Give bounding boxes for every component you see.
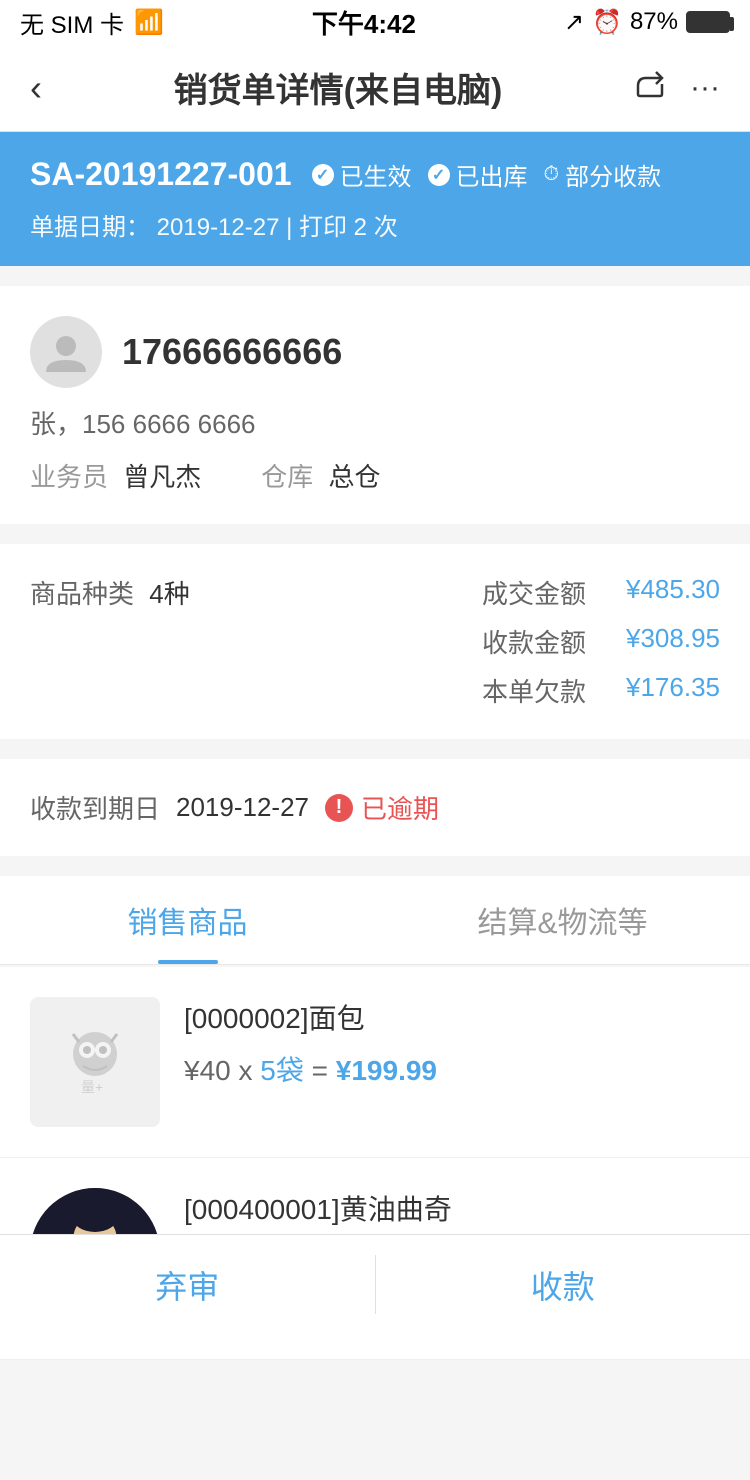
status-left: 无 SIM 卡 📶: [20, 5, 164, 40]
customer-name-phone: 张，156 6666 6666: [30, 404, 720, 441]
tab-underline: [158, 960, 218, 964]
debt-label: 本单欠款: [482, 672, 586, 709]
sales-name: 曾凡杰: [123, 462, 201, 492]
status-badge-effective: ✓ 已生效: [312, 157, 412, 192]
header-info-bar: SA-20191227-001 ✓ 已生效 ✓ 已出库 ⏱ 部分收款 单据日期：…: [0, 132, 750, 266]
svg-text:量+: 量+: [81, 1079, 103, 1095]
tabs-row: 销售商品 结算&物流等: [0, 876, 750, 964]
warehouse-info: 仓库 总仓: [261, 457, 380, 494]
product-price-1: ¥40 x 5袋 = ¥199.99: [184, 1049, 720, 1089]
carrier-text: 无 SIM 卡: [20, 5, 124, 40]
deal-label: 成交金额: [482, 574, 586, 611]
cancel-button[interactable]: 弃审: [0, 1235, 375, 1334]
bottom-bar: 弃审 收款: [0, 1234, 750, 1334]
customer-top: 17666666666: [30, 316, 720, 388]
status-badges: ✓ 已生效 ✓ 已出库 ⏱ 部分收款: [312, 157, 662, 192]
customer-section: 17666666666 张，156 6666 6666 业务员 曾凡杰 仓库 总…: [0, 286, 750, 524]
due-date-section: 收款到期日 2019-12-27 ! 已逾期: [0, 759, 750, 856]
category-count: 4种: [149, 579, 189, 609]
product-unit-price-1: ¥40: [184, 1055, 231, 1086]
print-info: | 打印 2 次: [286, 214, 398, 241]
share-button[interactable]: [634, 68, 666, 108]
warehouse-name: 总仓: [329, 462, 381, 492]
product-qty-1: 5袋: [260, 1055, 304, 1086]
tab-sales-label: 销售商品: [128, 898, 248, 942]
back-button[interactable]: ‹: [30, 67, 42, 109]
product-image-1: 量+: [30, 997, 160, 1127]
customer-meta: 业务员 曾凡杰 仓库 总仓: [30, 457, 720, 494]
receipt-amount-row: 收款金额 ¥308.95: [482, 623, 720, 660]
nav-actions: ···: [634, 68, 720, 108]
date-label: 单据日期：: [30, 214, 150, 241]
deal-amount-row: 成交金额 ¥485.30: [482, 574, 720, 611]
receipt-amount: ¥308.95: [626, 623, 720, 660]
overdue-icon: !: [325, 794, 353, 822]
tabs-section: 销售商品 结算&物流等: [0, 876, 750, 965]
header-row-1: SA-20191227-001 ✓ 已生效 ✓ 已出库 ⏱ 部分收款: [30, 156, 720, 193]
product-info-1: [0000002]面包 ¥40 x 5袋 = ¥199.99: [184, 997, 720, 1127]
page-title: 销货单详情(来自电脑): [174, 63, 503, 112]
tab-sales-products[interactable]: 销售商品: [0, 876, 375, 964]
status-right: ↗ ⏰ 87%: [564, 8, 730, 37]
nav-bar: ‹ 销货单详情(来自电脑) ···: [0, 44, 750, 132]
order-date: 2019-12-27: [157, 214, 280, 241]
customer-phone: 17666666666: [122, 331, 342, 373]
product-name-1: [0000002]面包: [184, 997, 720, 1037]
order-id: SA-20191227-001: [30, 156, 292, 193]
battery-icon: [686, 11, 730, 33]
avatar: [30, 316, 102, 388]
battery-text: 87%: [630, 8, 678, 36]
check-icon-1: ✓: [312, 164, 334, 186]
wifi-icon: 📶: [134, 8, 164, 37]
clock-icon: ⏱: [544, 163, 560, 186]
receipt-label: 收款金额: [482, 623, 586, 660]
location-icon: ↗: [564, 8, 584, 37]
salesperson-info: 业务员 曾凡杰: [30, 457, 201, 494]
status-time: 下午4:42: [312, 4, 416, 41]
more-button[interactable]: ···: [690, 71, 720, 105]
product-name-2: [000400001]黄油曲奇: [184, 1188, 720, 1228]
header-date-row: 单据日期： 2019-12-27 | 打印 2 次: [30, 207, 720, 242]
amount-summary: 成交金额 ¥485.30 收款金额 ¥308.95 本单欠款 ¥176.35: [482, 574, 720, 709]
summary-section: 商品种类 4种 成交金额 ¥485.30 收款金额 ¥308.95 本单欠款 ¥…: [0, 544, 750, 739]
tab-settlement-label: 结算&物流等: [477, 898, 647, 942]
check-icon-2: ✓: [428, 164, 450, 186]
sales-label: 业务员: [30, 462, 108, 492]
due-label: 收款到期日: [30, 789, 160, 826]
confirm-button[interactable]: 收款: [376, 1235, 750, 1334]
product-total-1: ¥199.99: [336, 1055, 437, 1086]
warehouse-label: 仓库: [261, 462, 313, 492]
product-item: 量+ [0000002]面包 ¥40 x 5袋 = ¥199.99: [0, 967, 750, 1158]
overdue-text: 已逾期: [361, 789, 439, 826]
due-date-value: 2019-12-27: [176, 792, 309, 823]
deal-amount: ¥485.30: [626, 574, 720, 611]
overdue-badge: ! 已逾期: [325, 789, 439, 826]
debt-amount: ¥176.35: [626, 672, 720, 709]
alarm-icon: ⏰: [592, 8, 622, 37]
category-label: 商品种类: [30, 579, 134, 609]
status-badge-shipped: ✓ 已出库: [428, 157, 528, 192]
status-badge-partial: ⏱ 部分收款: [544, 157, 662, 192]
debt-amount-row: 本单欠款 ¥176.35: [482, 672, 720, 709]
tab-settlement[interactable]: 结算&物流等: [375, 876, 750, 964]
category-info: 商品种类 4种: [30, 574, 190, 611]
status-bar: 无 SIM 卡 📶 下午4:42 ↗ ⏰ 87%: [0, 0, 750, 44]
